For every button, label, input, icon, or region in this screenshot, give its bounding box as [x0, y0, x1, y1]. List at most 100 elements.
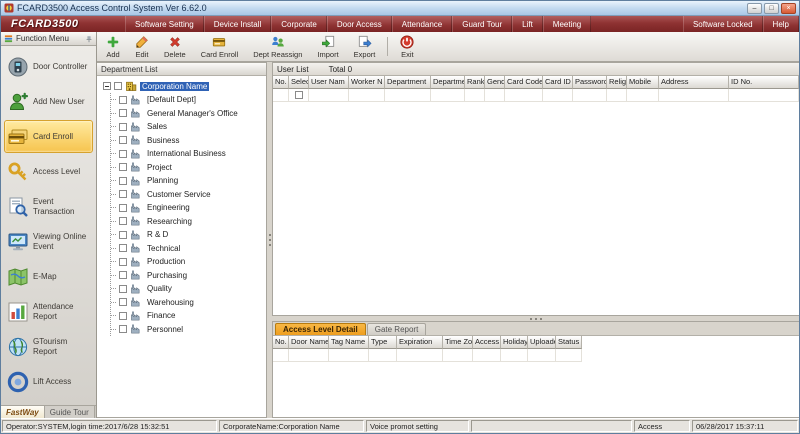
tree-node-engineering[interactable]: Engineering	[111, 201, 264, 215]
detail-column-door-name[interactable]: Door Name	[289, 336, 329, 349]
node-checkbox[interactable]	[119, 231, 127, 239]
sidebar-item-add-new-user[interactable]: Add New User	[4, 85, 93, 118]
sidebar-item-access-level[interactable]: Access Level	[4, 155, 93, 188]
toolbar-exit-button[interactable]: Exit	[393, 33, 421, 60]
detail-column-type[interactable]: Type	[369, 336, 397, 349]
tree-node-quality[interactable]: Quality	[111, 282, 264, 296]
node-checkbox[interactable]	[119, 96, 127, 104]
node-checkbox[interactable]	[119, 312, 127, 320]
tree-node-production[interactable]: Production	[111, 255, 264, 269]
node-checkbox[interactable]	[119, 136, 127, 144]
minimize-button[interactable]: –	[747, 3, 762, 14]
sidebar-item-gtourism-report[interactable]: GTourism Report	[4, 330, 93, 363]
user-column-no[interactable]: No.	[273, 76, 289, 89]
node-checkbox[interactable]	[119, 285, 127, 293]
menu-item-door-access[interactable]: Door Access	[327, 16, 392, 32]
node-checkbox[interactable]	[119, 109, 127, 117]
tab-gate-report[interactable]: Gate Report	[367, 323, 427, 335]
toolbar-export-button[interactable]: Export	[347, 33, 383, 60]
tree-node-researching[interactable]: Researching	[111, 215, 264, 229]
sidebar-item-attendance-report[interactable]: Attendance Report	[4, 295, 93, 328]
user-column-address[interactable]: Address	[659, 76, 729, 89]
menu-item-lift[interactable]: Lift	[512, 16, 543, 32]
menu-item-help[interactable]: Help	[763, 16, 799, 32]
tab-guide-tour[interactable]: Guide Tour	[45, 406, 95, 418]
node-checkbox[interactable]	[119, 271, 127, 279]
sidebar-item-card-enroll[interactable]: Card Enroll	[4, 120, 93, 153]
user-column-department[interactable]: Department	[385, 76, 431, 89]
menu-item-guard-tour[interactable]: Guard Tour	[452, 16, 512, 32]
node-checkbox[interactable]	[119, 163, 127, 171]
node-checkbox[interactable]	[119, 204, 127, 212]
detail-column-uploaded[interactable]: Uploaded	[528, 336, 556, 349]
user-column-rank[interactable]: Rank	[465, 76, 485, 89]
pin-icon[interactable]	[85, 35, 93, 43]
user-column-user-nam[interactable]: User Nam	[309, 76, 349, 89]
node-checkbox[interactable]	[119, 325, 127, 333]
node-checkbox[interactable]	[119, 190, 127, 198]
sidebar-item-event-transaction[interactable]: Event Transaction	[4, 190, 93, 223]
user-column-card-id[interactable]: Card ID	[543, 76, 573, 89]
sidebar-item-viewing-online-event[interactable]: Viewing Online Event	[4, 225, 93, 258]
tree-node-sales[interactable]: Sales	[111, 120, 264, 134]
detail-column-holiday[interactable]: Holiday	[501, 336, 528, 349]
detail-column-access-ti[interactable]: Access Ti	[473, 336, 501, 349]
toolbar-import-button[interactable]: Import	[310, 33, 345, 60]
toolbar-edit-button[interactable]: Edit	[128, 33, 156, 60]
user-column-gend[interactable]: Gend	[485, 76, 505, 89]
node-checkbox[interactable]	[119, 217, 127, 225]
tree-node-planning[interactable]: Planning	[111, 174, 264, 188]
sidebar-item-lift-access[interactable]: Lift Access	[4, 365, 93, 398]
root-checkbox[interactable]	[114, 82, 122, 90]
menu-item-device-install[interactable]: Device Install	[204, 16, 272, 32]
menu-item-meeting[interactable]: Meeting	[543, 16, 591, 32]
tree-node-general-manager-s-office[interactable]: General Manager's Office	[111, 107, 264, 121]
toolbar-card-enroll-button[interactable]: Card Enroll	[194, 33, 246, 60]
node-checkbox[interactable]	[119, 258, 127, 266]
node-checkbox[interactable]	[119, 150, 127, 158]
menu-item-software-setting[interactable]: Software Setting	[125, 16, 204, 32]
node-checkbox[interactable]	[119, 177, 127, 185]
tree-node-business[interactable]: Business	[111, 134, 264, 148]
tree-node-warehousing[interactable]: Warehousing	[111, 296, 264, 310]
detail-column-expiration[interactable]: Expiration	[397, 336, 443, 349]
tree-node-r-d[interactable]: R & D	[111, 228, 264, 242]
detail-column-time-zone[interactable]: Time Zone	[443, 336, 473, 349]
detail-column-tag-name[interactable]: Tag Name	[329, 336, 369, 349]
tree-node-default-dept[interactable]: [Default Dept]	[111, 93, 264, 107]
user-column-relig[interactable]: Relig	[607, 76, 627, 89]
tree-node-personnel[interactable]: Personnel	[111, 323, 264, 337]
detail-column-status[interactable]: Status	[556, 336, 582, 349]
user-column-passworc[interactable]: Passworc	[573, 76, 607, 89]
user-column-selec[interactable]: Selec	[289, 76, 309, 89]
user-column-worker-n[interactable]: Worker N	[349, 76, 385, 89]
tree-node-finance[interactable]: Finance	[111, 309, 264, 323]
user-column-mobile[interactable]: Mobile	[627, 76, 659, 89]
detail-column-no[interactable]: No.	[273, 336, 289, 349]
sidebar-item-e-map[interactable]: E-Map	[4, 260, 93, 293]
toolbar-delete-button[interactable]: Delete	[157, 33, 193, 60]
row-checkbox[interactable]	[295, 91, 303, 99]
tree-node-purchasing[interactable]: Purchasing	[111, 269, 264, 283]
tree-node-international-business[interactable]: International Business	[111, 147, 264, 161]
sidebar-item-door-controller[interactable]: Door Controller	[4, 50, 93, 83]
tree-node-technical[interactable]: Technical	[111, 242, 264, 256]
menu-item-corporate[interactable]: Corporate	[271, 16, 327, 32]
tab-access-level-detail[interactable]: Access Level Detail	[275, 323, 366, 335]
maximize-button[interactable]: □	[764, 3, 779, 14]
node-checkbox[interactable]	[119, 298, 127, 306]
close-button[interactable]: ×	[781, 3, 796, 14]
node-checkbox[interactable]	[119, 244, 127, 252]
user-column-card-code[interactable]: Card Code	[505, 76, 543, 89]
menu-item-attendance[interactable]: Attendance	[392, 16, 452, 32]
tree-node-customer-service[interactable]: Customer Service	[111, 188, 264, 202]
tab-fastway[interactable]: FastWay	[1, 406, 45, 418]
tree-node-project[interactable]: Project	[111, 161, 264, 175]
expander-icon[interactable]	[103, 82, 111, 90]
toolbar-add-button[interactable]: Add	[99, 33, 127, 60]
user-column-id-no[interactable]: ID No.	[729, 76, 799, 89]
menu-item-software-locked[interactable]: Software Locked	[683, 16, 763, 32]
toolbar-dept-reassign-button[interactable]: Dept Reassign	[246, 33, 309, 60]
node-checkbox[interactable]	[119, 123, 127, 131]
user-column-departme[interactable]: Departme	[431, 76, 465, 89]
